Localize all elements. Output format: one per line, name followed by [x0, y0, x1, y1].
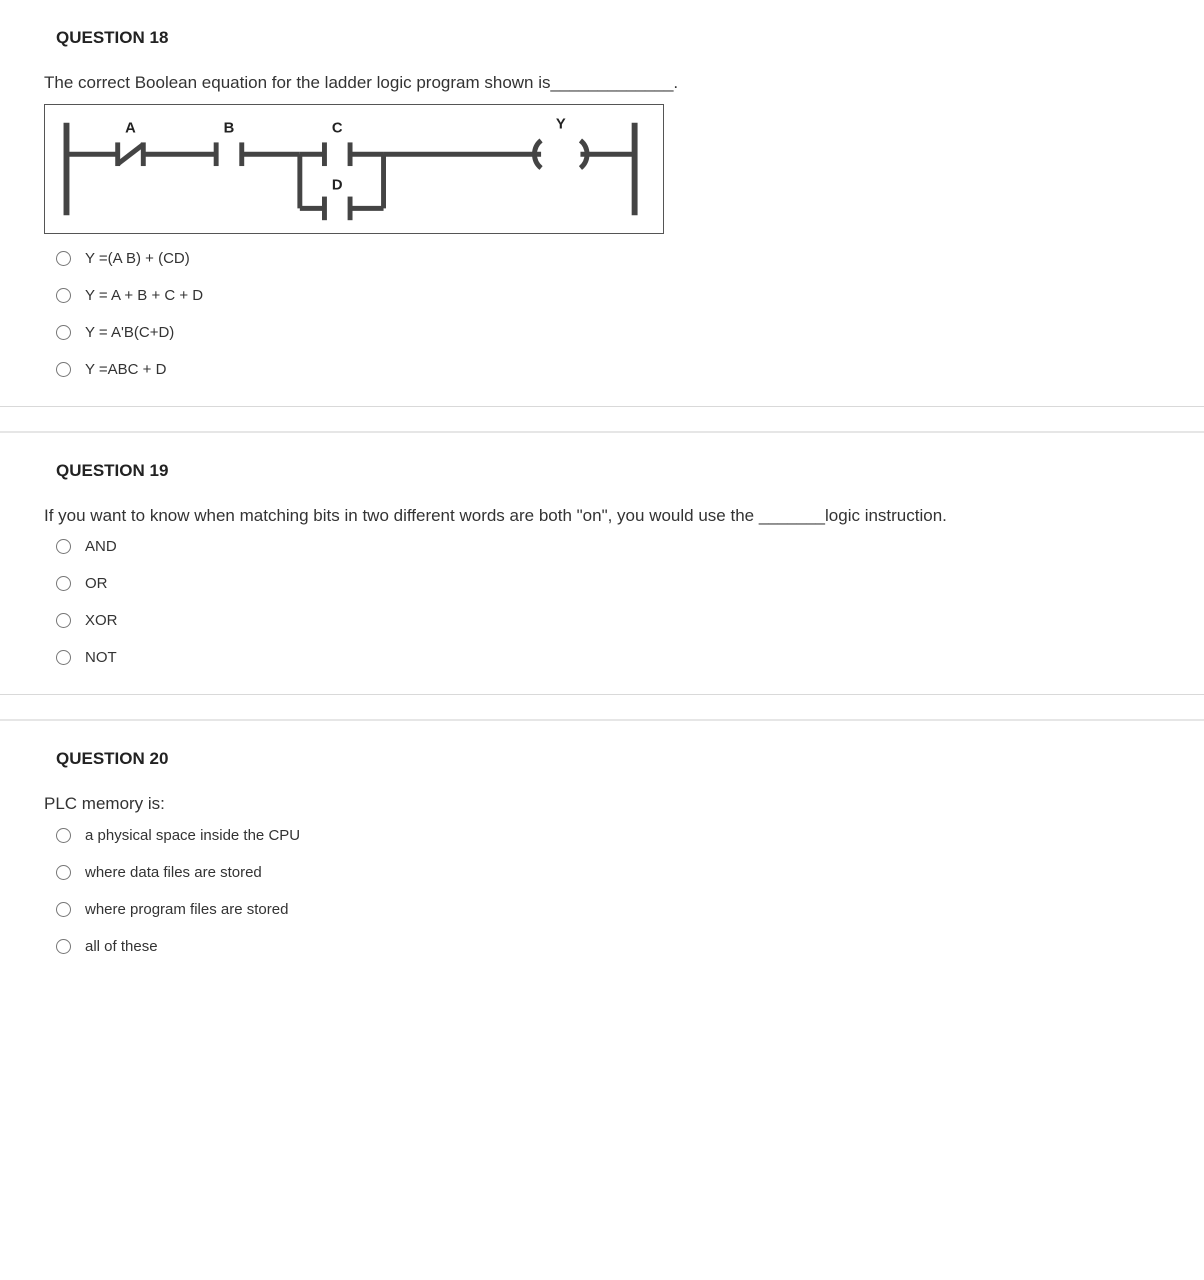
diagram-label-a: A [125, 120, 136, 136]
ladder-logic-diagram: A B C D [44, 104, 664, 234]
question-block-19: QUESTION 19 If you want to know when mat… [0, 433, 1204, 722]
radio-option[interactable] [56, 576, 71, 591]
option-label: all of these [85, 938, 158, 955]
question-title: QUESTION 20 [56, 749, 1156, 769]
radio-option[interactable] [56, 325, 71, 340]
question-title: QUESTION 18 [56, 28, 1156, 48]
option-row[interactable]: where program files are stored [56, 901, 1156, 918]
option-label: Y =ABC + D [85, 361, 166, 378]
radio-option[interactable] [56, 362, 71, 377]
question-block-20: QUESTION 20 PLC memory is: a physical sp… [0, 721, 1204, 999]
option-label: Y =(A B) + (CD) [85, 250, 190, 267]
option-label: a physical space inside the CPU [85, 827, 300, 844]
option-row[interactable]: Y = A'B(C+D) [56, 324, 1156, 341]
option-row[interactable]: XOR [56, 612, 1156, 629]
radio-option[interactable] [56, 939, 71, 954]
radio-option[interactable] [56, 828, 71, 843]
option-label: AND [85, 538, 117, 555]
option-row[interactable]: OR [56, 575, 1156, 592]
options-list: AND OR XOR NOT [56, 538, 1156, 666]
option-row[interactable]: all of these [56, 938, 1156, 955]
question-prompt: The correct Boolean equation for the lad… [44, 70, 1156, 96]
radio-option[interactable] [56, 902, 71, 917]
options-list: Y =(A B) + (CD) Y = A + B + C + D Y = A'… [56, 250, 1156, 378]
radio-option[interactable] [56, 650, 71, 665]
divider [0, 694, 1204, 695]
option-row[interactable]: where data files are stored [56, 864, 1156, 881]
option-row[interactable]: NOT [56, 649, 1156, 666]
divider [0, 406, 1204, 407]
diagram-label-y: Y [556, 116, 566, 132]
option-label: XOR [85, 612, 118, 629]
diagram-label-c: C [332, 120, 343, 136]
radio-option[interactable] [56, 539, 71, 554]
radio-option[interactable] [56, 865, 71, 880]
diagram-label-b: B [224, 120, 235, 136]
quiz-page: QUESTION 18 The correct Boolean equation… [0, 0, 1204, 999]
question-prompt: PLC memory is: [44, 791, 1156, 817]
radio-option[interactable] [56, 613, 71, 628]
radio-option[interactable] [56, 288, 71, 303]
option-row[interactable]: Y = A + B + C + D [56, 287, 1156, 304]
option-row[interactable]: AND [56, 538, 1156, 555]
options-list: a physical space inside the CPU where da… [56, 827, 1156, 955]
radio-option[interactable] [56, 251, 71, 266]
option-row[interactable]: Y =(A B) + (CD) [56, 250, 1156, 267]
option-label: where program files are stored [85, 901, 288, 918]
option-row[interactable]: a physical space inside the CPU [56, 827, 1156, 844]
option-label: NOT [85, 649, 117, 666]
option-label: where data files are stored [85, 864, 262, 881]
option-label: Y = A'B(C+D) [85, 324, 174, 341]
option-row[interactable]: Y =ABC + D [56, 361, 1156, 378]
option-label: OR [85, 575, 108, 592]
question-block-18: QUESTION 18 The correct Boolean equation… [0, 0, 1204, 433]
diagram-label-d: D [332, 177, 343, 193]
question-prompt: If you want to know when matching bits i… [44, 503, 1156, 529]
option-label: Y = A + B + C + D [85, 287, 203, 304]
question-title: QUESTION 19 [56, 461, 1156, 481]
